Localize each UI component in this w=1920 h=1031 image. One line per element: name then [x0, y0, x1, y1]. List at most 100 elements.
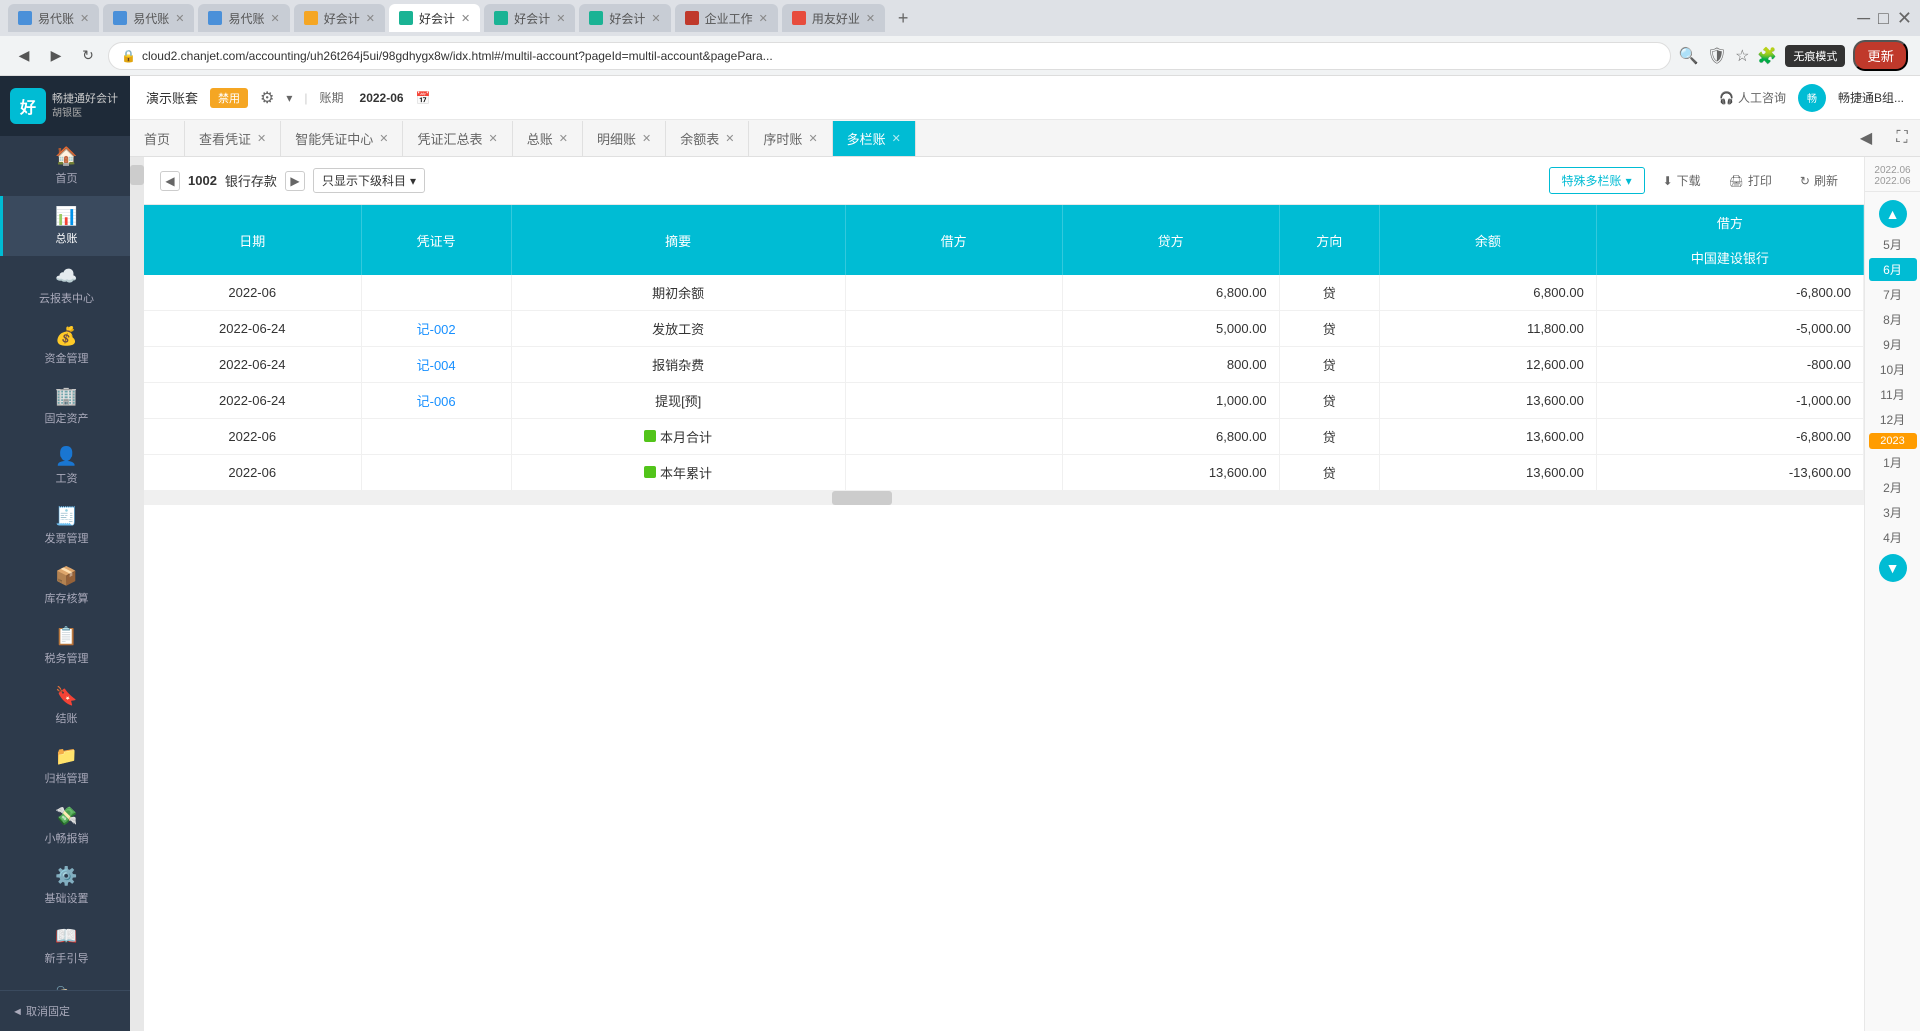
scroll-down-button[interactable]: ▼ [1879, 554, 1907, 582]
incognito-button[interactable]: 无痕模式 [1785, 45, 1845, 67]
refresh-ledger-button[interactable]: ↻ 刷新 [1790, 168, 1848, 193]
tab-balance[interactable]: 余额表 ✕ [666, 121, 749, 156]
month-8[interactable]: 8月 [1869, 308, 1917, 331]
sidebar-item-invoice[interactable]: 🧾 发票管理 [0, 496, 130, 556]
calendar-icon[interactable]: 📅 [416, 91, 431, 105]
sidebar-item-fixed-assets[interactable]: 🏢 固定资产 [0, 376, 130, 436]
cell-credit: 5,000.00 [1062, 311, 1279, 347]
sidebar-item-fund[interactable]: 💰 资金管理 [0, 316, 130, 376]
month-9[interactable]: 9月 [1869, 333, 1917, 356]
cell-voucher-link[interactable]: 记-002 [361, 311, 511, 347]
tab-close-1[interactable]: ✕ [80, 12, 89, 25]
month-12[interactable]: 12月 [1869, 408, 1917, 431]
filter-select[interactable]: 只显示下级科目 ▾ [313, 168, 425, 193]
cell-debit-sub: -5,000.00 [1596, 311, 1863, 347]
sidebar-item-home[interactable]: 🏠 首页 [0, 136, 130, 196]
update-button[interactable]: 更新 [1853, 40, 1908, 71]
tab-close-voucher[interactable]: ✕ [257, 132, 266, 145]
multi-col-button[interactable]: 特殊多栏账 ▾ [1549, 167, 1645, 194]
prev-account-button[interactable]: ◀ [160, 171, 180, 191]
tab-chronological[interactable]: 序时账 ✕ [749, 121, 832, 156]
month-3-2023[interactable]: 3月 [1869, 501, 1917, 524]
tab-close-balance[interactable]: ✕ [725, 132, 734, 145]
extension-icon[interactable]: 🧩 [1757, 46, 1777, 66]
browser-tab-8[interactable]: 企业工作 ✕ [675, 4, 778, 32]
browser-tab-5[interactable]: 好会计 ✕ [389, 4, 480, 32]
sidebar-item-guide[interactable]: 📖 新手引导 [0, 916, 130, 976]
tab-smart-voucher[interactable]: 智能凭证中心 ✕ [281, 121, 403, 156]
star-icon[interactable]: ☆ [1735, 46, 1749, 66]
forward-button[interactable]: ▶ [44, 44, 68, 68]
print-button[interactable]: 🖨 打印 [1719, 168, 1782, 193]
search-icon[interactable]: 🔍 [1679, 46, 1699, 66]
browser-tab-1[interactable]: 易代账 ✕ [8, 4, 99, 32]
month-1-2023[interactable]: 1月 [1869, 451, 1917, 474]
dropdown-arrow-icon[interactable]: ▾ [286, 91, 292, 105]
sidebar-item-ledger[interactable]: 📊 总账 [0, 196, 130, 256]
sidebar-item-tax[interactable]: 📋 税务管理 [0, 616, 130, 676]
tab-close-6[interactable]: ✕ [556, 12, 565, 25]
left-scrollbar[interactable] [130, 157, 144, 1031]
download-button[interactable]: ⬇ 下载 [1653, 168, 1711, 193]
tab-general-ledger[interactable]: 总账 ✕ [513, 121, 583, 156]
settings-gear-icon[interactable]: ⚙ [260, 88, 274, 108]
tab-close-9[interactable]: ✕ [866, 12, 875, 25]
consultant-button[interactable]: 🎧 人工咨询 [1719, 89, 1786, 106]
tab-home[interactable]: 首页 [130, 121, 185, 156]
month-6[interactable]: 6月 [1869, 258, 1917, 281]
sidebar-item-expense[interactable]: 💸 小畅报销 [0, 796, 130, 856]
shield-icon[interactable]: 🛡 [1707, 46, 1727, 66]
tab-close-5[interactable]: ✕ [461, 12, 470, 25]
browser-tab-9[interactable]: 用友好业 ✕ [782, 4, 885, 32]
browser-tab-6[interactable]: 好会计 ✕ [484, 4, 575, 32]
sidebar-item-membership[interactable]: 🏷️ 畅会员 [0, 976, 130, 990]
sidebar-item-close-books[interactable]: 🔖 结账 [0, 676, 130, 736]
unpin-button[interactable]: ◄ 取消固定 [8, 999, 122, 1023]
tab-multi-column[interactable]: 多栏账 ✕ [833, 121, 916, 156]
sidebar-item-archive[interactable]: 📁 归档管理 [0, 736, 130, 796]
tab-close-2[interactable]: ✕ [175, 12, 184, 25]
tab-voucher-summary[interactable]: 凭证汇总表 ✕ [403, 121, 512, 156]
month-4-2023[interactable]: 4月 [1869, 526, 1917, 549]
sidebar-item-inventory[interactable]: 📦 库存核算 [0, 556, 130, 616]
url-bar[interactable]: 🔒 cloud2.chanjet.com/accounting/uh26t264… [108, 42, 1671, 70]
back-button[interactable]: ◀ [12, 44, 36, 68]
close-window-button[interactable]: ✕ [1897, 8, 1912, 29]
month-2-2023[interactable]: 2月 [1869, 476, 1917, 499]
month-11[interactable]: 11月 [1869, 383, 1917, 406]
month-10[interactable]: 10月 [1869, 358, 1917, 381]
minimize-button[interactable]: ─ [1857, 8, 1870, 29]
next-account-button[interactable]: ▶ [285, 171, 305, 191]
sidebar-item-payroll[interactable]: 👤 工资 [0, 436, 130, 496]
browser-tab-2[interactable]: 易代账 ✕ [103, 4, 194, 32]
expand-tab-button[interactable]: ⛶ [1884, 120, 1920, 156]
tab-close-8[interactable]: ✕ [759, 12, 768, 25]
collapse-tab-button[interactable]: ◀ [1848, 120, 1884, 156]
new-tab-button[interactable]: + [889, 4, 917, 32]
tab-voucher[interactable]: 查看凭证 ✕ [185, 121, 281, 156]
maximize-button[interactable]: □ [1878, 8, 1889, 29]
browser-tab-4[interactable]: 好会计 ✕ [294, 4, 385, 32]
sidebar-item-settings[interactable]: ⚙️ 基础设置 [0, 856, 130, 916]
tab-close-7[interactable]: ✕ [651, 12, 660, 25]
cell-voucher-link[interactable]: 记-004 [361, 347, 511, 383]
user-avatar[interactable]: 畅 [1798, 84, 1826, 112]
browser-tab-3[interactable]: 易代账 ✕ [198, 4, 289, 32]
tab-close-multi[interactable]: ✕ [892, 132, 901, 145]
tab-close-4[interactable]: ✕ [366, 12, 375, 25]
tab-close-detail[interactable]: ✕ [642, 132, 651, 145]
sidebar-item-cloud-report[interactable]: ☁️ 云报表中心 [0, 256, 130, 316]
scroll-up-button[interactable]: ▲ [1879, 200, 1907, 228]
refresh-button[interactable]: ↻ [76, 44, 100, 68]
tab-close-smart[interactable]: ✕ [379, 132, 388, 145]
tab-close-gl[interactable]: ✕ [559, 132, 568, 145]
tab-close-chron[interactable]: ✕ [808, 132, 817, 145]
browser-tab-7[interactable]: 好会计 ✕ [579, 4, 670, 32]
tab-close-summary[interactable]: ✕ [489, 132, 498, 145]
cell-voucher-link[interactable]: 记-006 [361, 383, 511, 419]
tab-close-3[interactable]: ✕ [270, 12, 279, 25]
horizontal-scrollbar[interactable] [144, 491, 1864, 505]
month-7[interactable]: 7月 [1869, 283, 1917, 306]
month-5[interactable]: 5月 [1869, 233, 1917, 256]
tab-detail-ledger[interactable]: 明细账 ✕ [583, 121, 666, 156]
